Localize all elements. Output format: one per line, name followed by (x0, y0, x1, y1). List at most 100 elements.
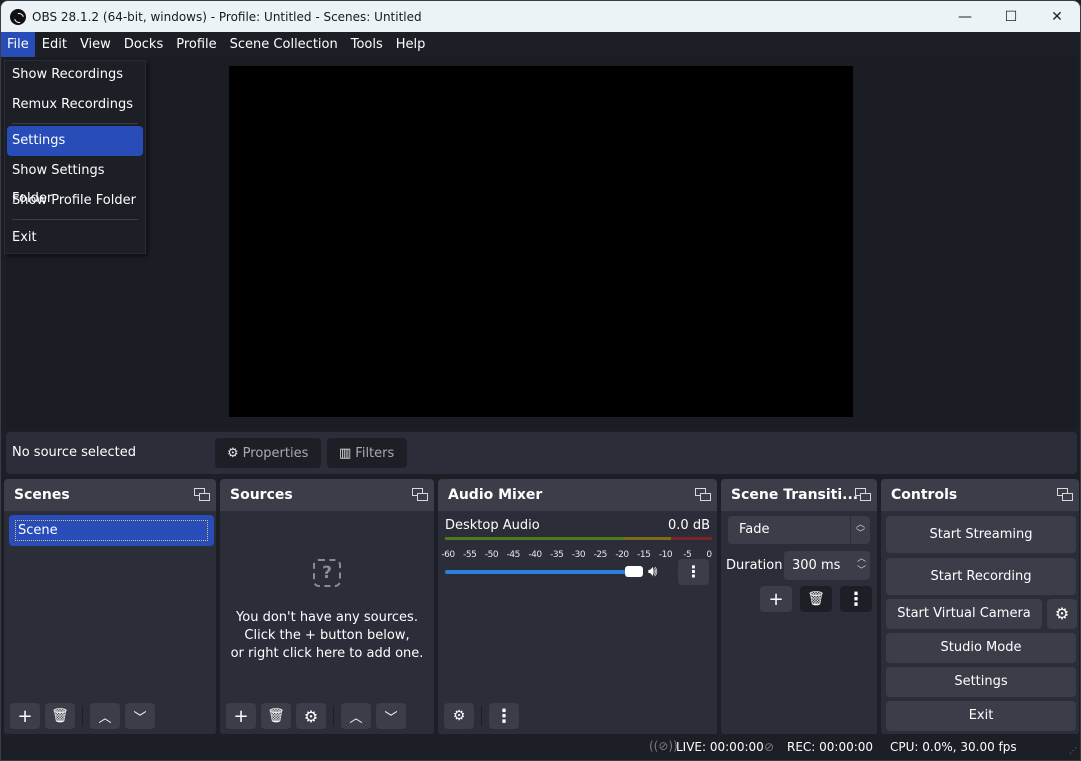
remove-scene-button[interactable]: 🗑 (45, 703, 75, 729)
chevron-up-icon: ︿ (98, 710, 112, 726)
spin-arrows-icon[interactable]: ︿ ﹀ (857, 553, 866, 577)
move-scene-up-button[interactable]: ︿ (90, 703, 120, 729)
menu-profile[interactable]: Profile (170, 32, 222, 57)
transition-menu-button[interactable]: ⋮ (840, 586, 872, 612)
move-scene-down-button[interactable]: ﹀ (125, 703, 155, 729)
preview-canvas[interactable] (229, 66, 853, 417)
menu-view[interactable]: View (74, 32, 117, 57)
menu-edit[interactable]: Edit (36, 32, 73, 57)
audio-mixer-dock: Audio Mixer Desktop Audio 0.0 dB -60 -55-… (438, 479, 717, 735)
start-virtual-camera-button[interactable]: Start Virtual Camera (886, 599, 1042, 629)
menu-tools[interactable]: Tools (345, 32, 389, 57)
sources-empty-state[interactable]: ? You don't have any sources. Click the … (220, 559, 434, 663)
status-bar: ((⊘)) LIVE: 00:00:00 ⊘ REC: 00:00:00 CPU… (1, 734, 1080, 760)
plus-icon: + (768, 588, 784, 610)
transitions-dock: Scene Transiti... Fade ︿ ﹀ Duration 300 m… (721, 479, 877, 735)
menu-item-show-recordings[interactable]: Show Recordings (7, 61, 143, 89)
meter-scale: -60 -55 -50 -45 -40 -35 -30 -25 -20 -15 -10 -5 0 (441, 548, 712, 560)
virtual-camera-settings-button[interactable]: ⚙ (1047, 599, 1077, 629)
undock-icon[interactable] (412, 488, 428, 502)
select-arrows-icon: ︿ ﹀ (850, 516, 870, 544)
minimize-button[interactable]: — (942, 1, 988, 32)
meter-green-segment (445, 537, 623, 540)
undock-icon[interactable] (855, 488, 871, 502)
sources-title: Sources (230, 487, 293, 503)
volume-slider-handle[interactable] (625, 566, 643, 577)
meter-scale-label: -50 (484, 550, 499, 560)
scene-list-item[interactable]: Scene (9, 515, 214, 546)
undock-icon[interactable] (194, 488, 210, 502)
remove-transition-button[interactable]: 🗑 (800, 586, 832, 612)
add-scene-button[interactable]: + (10, 703, 40, 729)
plus-icon: + (233, 705, 249, 727)
undock-icon[interactable] (695, 488, 711, 502)
meter-yellow-segment (623, 537, 671, 540)
more-vertical-icon: ⋮ (685, 562, 702, 581)
gear-icon: ⚙ (1054, 604, 1070, 623)
empty-line-1: You don't have any sources. (236, 610, 418, 625)
duration-spinbox[interactable]: 300 ms ︿ ﹀ (784, 551, 870, 580)
empty-line-2: Click the + button below, (244, 628, 410, 643)
volume-slider[interactable] (445, 570, 641, 574)
start-streaming-button[interactable]: Start Streaming (886, 516, 1076, 553)
meter-scale-label: -10 (658, 550, 673, 560)
move-source-up-button[interactable]: ︿ (341, 703, 371, 729)
audio-menu-button[interactable]: ⋮ (489, 703, 519, 729)
transition-value: Fade (739, 522, 770, 537)
maximize-button[interactable]: ☐ (988, 1, 1034, 32)
channel-menu-button[interactable]: ⋮ (678, 559, 709, 585)
toolbar-separator (481, 706, 482, 726)
start-recording-button[interactable]: Start Recording (886, 558, 1076, 595)
menu-separator (12, 219, 138, 220)
meter-red-segment (671, 537, 712, 540)
menu-item-exit[interactable]: Exit (7, 224, 143, 252)
window-controls: — ☐ ✕ (942, 1, 1080, 32)
close-icon: ✕ (1051, 8, 1063, 25)
question-icon: ? (313, 559, 341, 587)
minimize-icon: — (958, 8, 972, 25)
settings-button[interactable]: Settings (886, 667, 1076, 697)
volume-meter (445, 537, 712, 545)
toolbar-separator (82, 706, 83, 726)
advanced-audio-button[interactable]: ⚙ (444, 703, 474, 729)
plus-icon: + (17, 705, 33, 727)
add-transition-button[interactable]: + (760, 586, 792, 612)
channel-name: Desktop Audio (445, 518, 540, 533)
scenes-header: Scenes (4, 479, 216, 511)
menu-item-show-settings-folder[interactable]: Show Settings Folder (7, 157, 143, 206)
menu-scene-collection[interactable]: Scene Collection (224, 32, 344, 57)
live-timer: LIVE: 00:00:00 (676, 740, 764, 754)
menu-file[interactable]: File (1, 32, 35, 57)
menu-bar: File Edit View Docks Profile Scene Colle… (1, 32, 1080, 57)
resize-grip-icon[interactable]: ⋰ (1069, 746, 1077, 755)
controls-header: Controls (881, 479, 1079, 511)
menu-item-show-profile-folder[interactable]: Show Profile Folder (7, 187, 143, 215)
properties-label: Properties (242, 445, 309, 461)
chevron-down-icon: ﹀ (384, 710, 398, 726)
meter-scale-label: 0 (706, 550, 712, 560)
meter-scale-label: -35 (550, 550, 564, 560)
title-bar: OBS 28.1.2 (64-bit, windows) - Profile: … (1, 1, 1080, 32)
source-properties-button[interactable]: ⚙ (296, 703, 326, 729)
transitions-title: Scene Transiti... (731, 487, 859, 503)
remove-source-button[interactable]: 🗑 (261, 703, 291, 729)
duration-value: 300 ms (792, 558, 841, 573)
filters-button[interactable]: ▥ Filters (327, 438, 407, 468)
speaker-icon[interactable]: 🔊︎ (648, 562, 657, 580)
transitions-header: Scene Transiti... (721, 479, 877, 511)
exit-button[interactable]: Exit (886, 701, 1076, 731)
scenes-toolbar: + 🗑 ︿ ﹀ (10, 703, 160, 729)
move-source-down-button[interactable]: ﹀ (376, 703, 406, 729)
meter-scale-label: -25 (593, 550, 608, 560)
stream-offline-icon: ((⊘)) (649, 739, 678, 753)
studio-mode-button[interactable]: Studio Mode (886, 633, 1076, 663)
add-source-button[interactable]: + (226, 703, 256, 729)
close-button[interactable]: ✕ (1034, 1, 1080, 32)
menu-item-settings[interactable]: Settings (7, 126, 143, 156)
menu-help[interactable]: Help (390, 32, 432, 57)
properties-button[interactable]: ⚙ Properties (215, 438, 321, 468)
transition-select[interactable]: Fade ︿ ﹀ (728, 516, 870, 544)
menu-item-remux-recordings[interactable]: Remux Recordings (7, 91, 143, 119)
menu-docks[interactable]: Docks (118, 32, 169, 57)
undock-icon[interactable] (1057, 488, 1073, 502)
